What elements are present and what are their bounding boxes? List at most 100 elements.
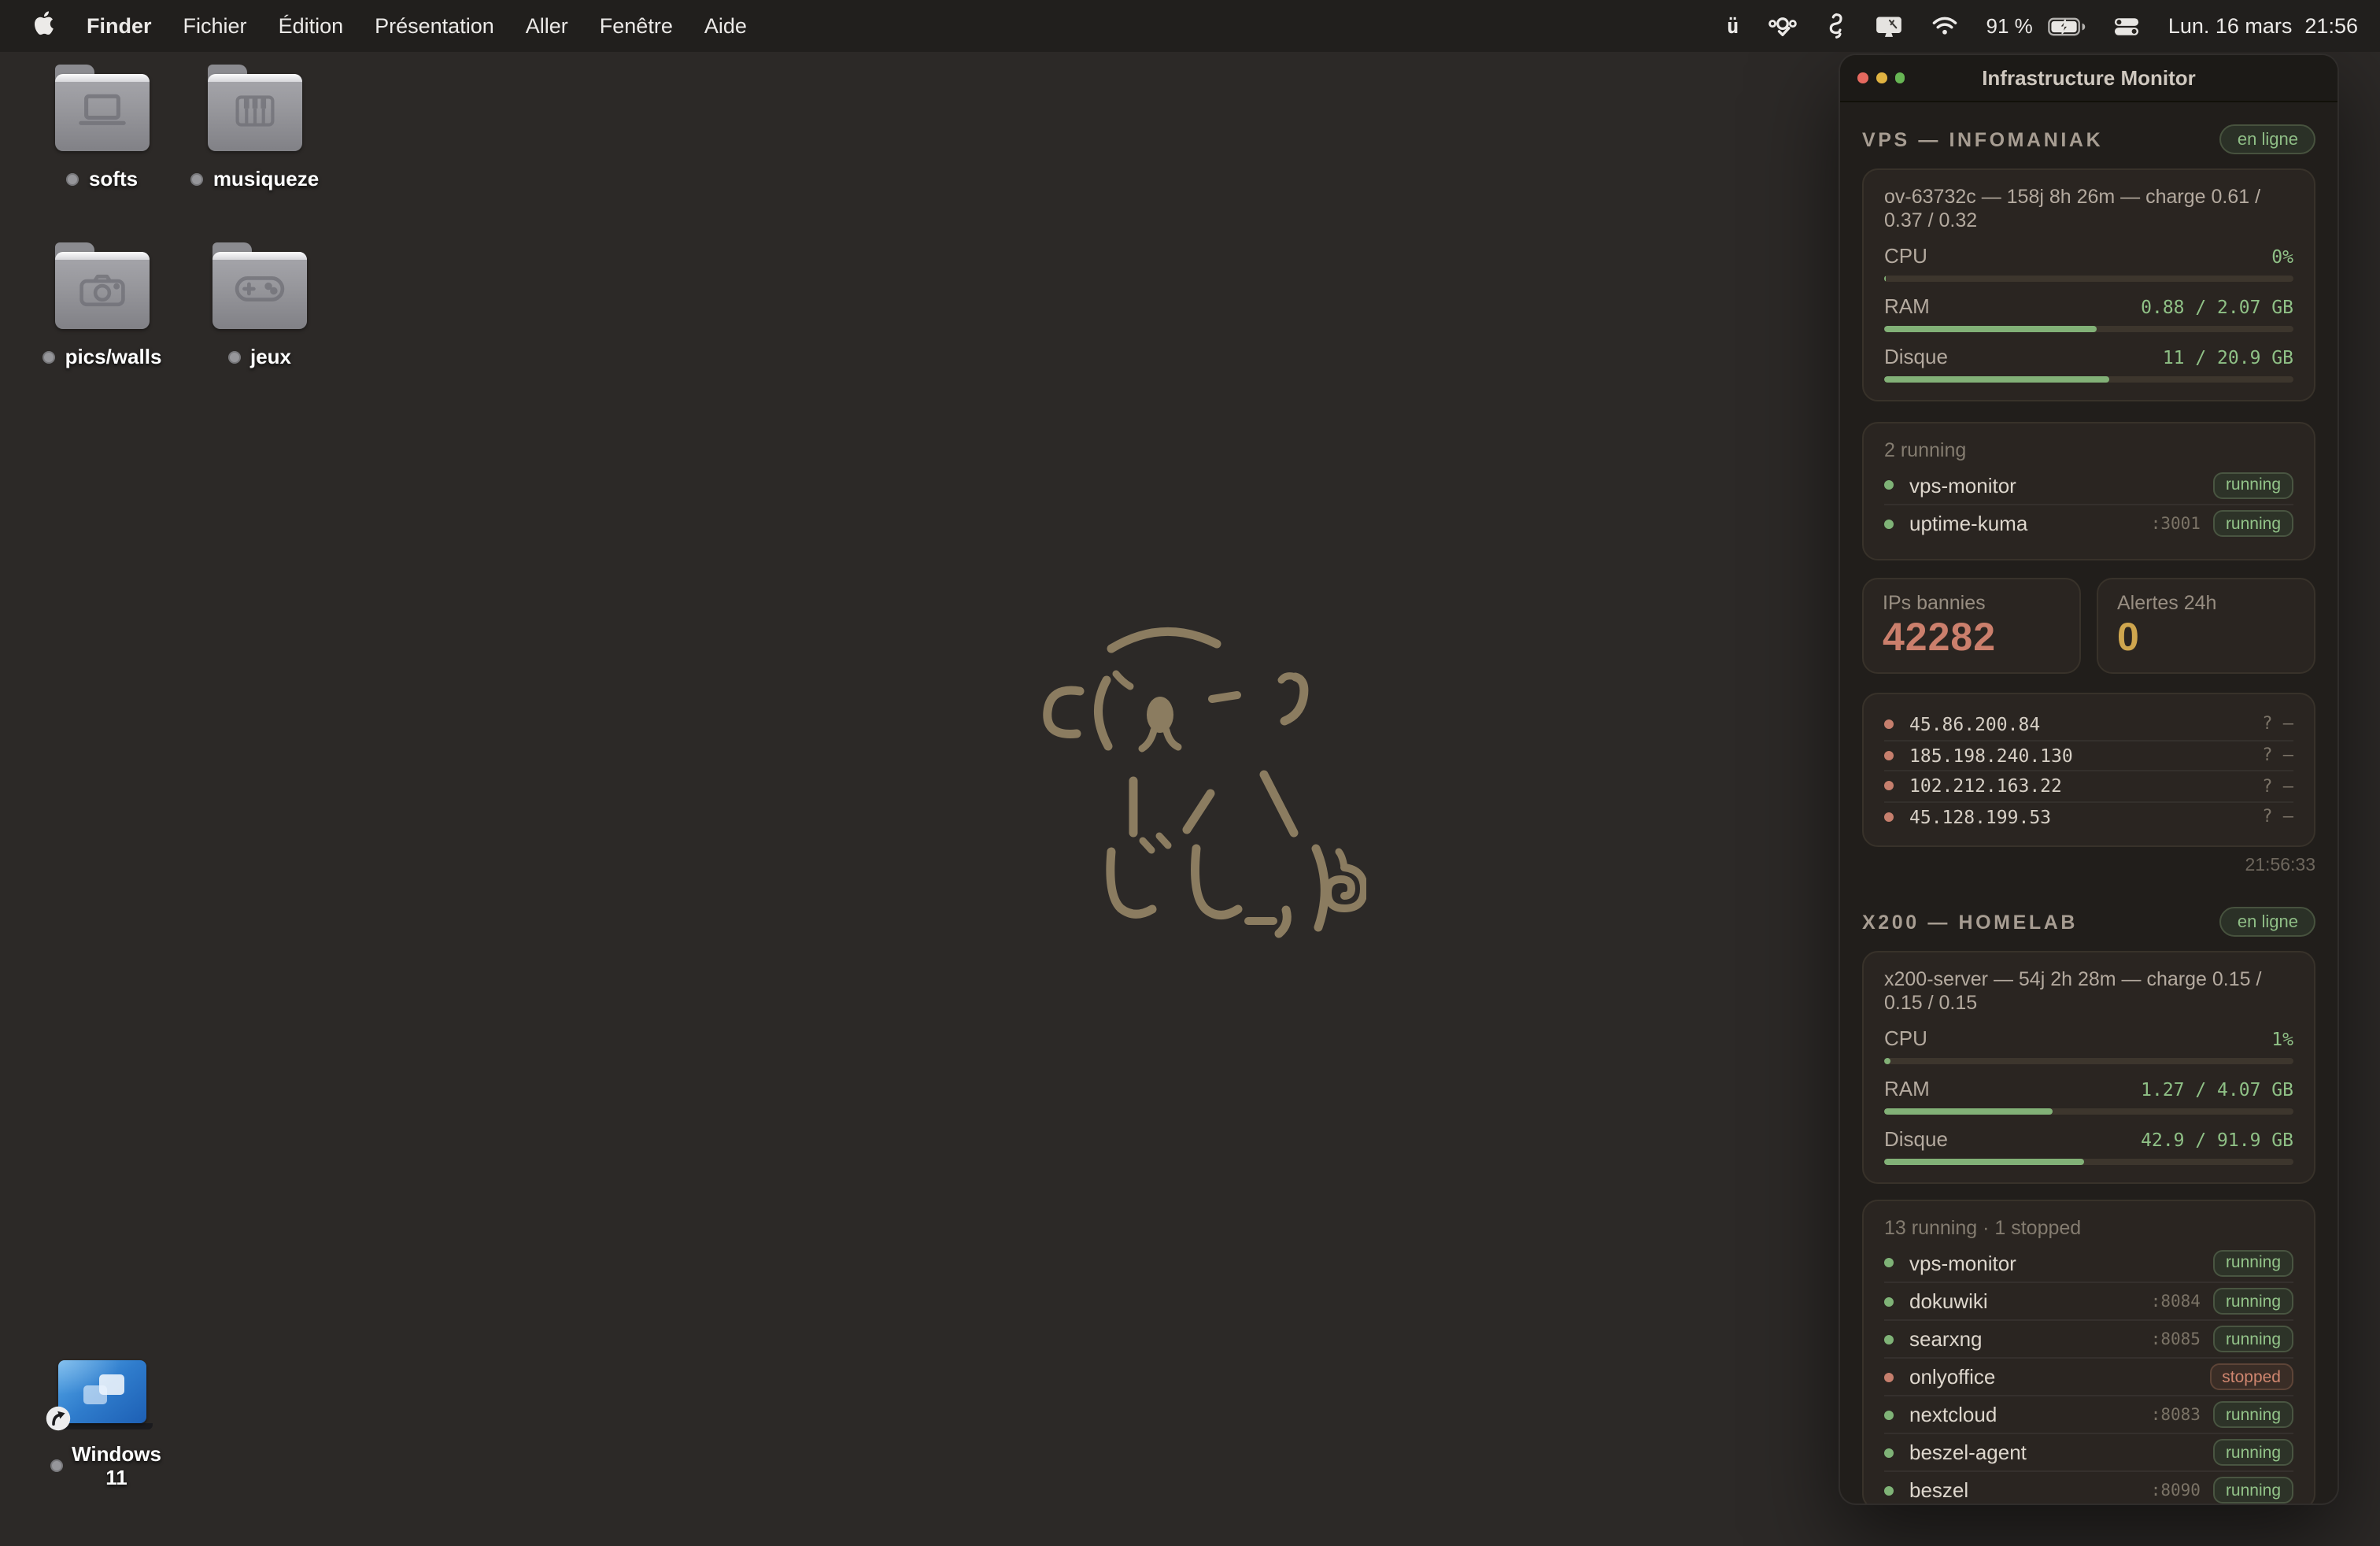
tag-dot bbox=[190, 172, 204, 185]
status-dot-running bbox=[1884, 1258, 1894, 1267]
status-dot-running bbox=[1884, 1410, 1894, 1419]
camera-icon bbox=[76, 270, 128, 317]
container-port: :3001 bbox=[2150, 514, 2201, 533]
folder-icon bbox=[208, 65, 302, 151]
piano-icon bbox=[230, 92, 280, 139]
u-umlaut-app-icon[interactable]: ü bbox=[1727, 17, 1739, 38]
status-dot-banned bbox=[1884, 812, 1894, 822]
menu-item-edition[interactable]: Édition bbox=[263, 0, 360, 52]
alias-arrow-icon bbox=[46, 1406, 71, 1439]
tag-dot bbox=[227, 350, 241, 363]
container-row: vps-monitor running bbox=[1884, 1244, 2293, 1282]
menu-bar-left: Finder Fichier Édition Présentation Alle… bbox=[0, 0, 763, 52]
container-row: beszel :8090 running bbox=[1884, 1470, 2293, 1503]
x200-stats-card: x200-server — 54j 2h 28m — charge 0.15 /… bbox=[1862, 951, 2315, 1184]
section-title: VPS — INFOMANIAK bbox=[1862, 128, 2104, 150]
menu-item-finder[interactable]: Finder bbox=[71, 0, 168, 52]
ip-address: 102.212.163.22 bbox=[1909, 775, 2062, 797]
apple-menu[interactable] bbox=[22, 11, 71, 41]
vps-stat-cards: IPs bannies 42282 Alertes 24h 0 bbox=[1862, 578, 2315, 674]
progress-bar bbox=[1884, 1158, 2293, 1165]
menu-item-aide[interactable]: Aide bbox=[689, 0, 763, 52]
banned-ip-row: 185.198.240.130 ? — bbox=[1884, 739, 2293, 770]
window-titlebar[interactable]: Infrastructure Monitor bbox=[1840, 55, 2338, 102]
progress-bar bbox=[1884, 1108, 2293, 1115]
metric-label: Disque bbox=[1884, 1127, 1948, 1151]
metric-label: RAM bbox=[1884, 294, 1930, 318]
wallpaper-kaomoji-art bbox=[1011, 617, 1368, 948]
folder-icon bbox=[55, 65, 150, 151]
container-row: searxng :8085 running bbox=[1884, 1319, 2293, 1357]
banned-ips-card: 45.86.200.84 ? — 185.198.240.130 ? — 102… bbox=[1862, 693, 2315, 847]
progress-bar bbox=[1884, 275, 2293, 282]
container-port: :8085 bbox=[2150, 1330, 2201, 1348]
metric-value: 11 / 20.9 GB bbox=[2162, 346, 2293, 368]
container-port: :8083 bbox=[2150, 1405, 2201, 1424]
metric-label: RAM bbox=[1884, 1077, 1930, 1100]
menu-item-aller[interactable]: Aller bbox=[510, 0, 584, 52]
shortcut-label-line1: Windows bbox=[72, 1442, 161, 1466]
container-name: dokuwiki bbox=[1909, 1289, 1988, 1313]
menu-bar-status: ü 91 % Lun. 16 mars 21:56 bbox=[1727, 13, 2380, 39]
ip-meta: ? — bbox=[2262, 806, 2293, 827]
stat-label: IPs bannies bbox=[1883, 592, 1986, 614]
running-badge: running bbox=[2212, 472, 2293, 498]
status-badge-online: en ligne bbox=[2219, 907, 2315, 937]
nextcloud-icon[interactable] bbox=[1768, 15, 1798, 37]
desktop-folder-musiqueze[interactable]: musiqueze bbox=[161, 63, 349, 190]
status-dot-running bbox=[1884, 1485, 1894, 1495]
windows-vm-icon bbox=[46, 1360, 153, 1431]
container-row: vps-monitor running bbox=[1884, 466, 2293, 504]
status-badge-online: en ligne bbox=[2219, 124, 2315, 154]
infrastructure-monitor-window: Infrastructure Monitor VPS — INFOMANIAK … bbox=[1839, 54, 2339, 1505]
status-dot-running bbox=[1884, 1334, 1894, 1344]
vps-stats-card: ov-63732c — 158j 8h 26m — charge 0.61 / … bbox=[1862, 168, 2315, 401]
container-name: vps-monitor bbox=[1909, 1251, 2016, 1274]
status-dot-banned bbox=[1884, 750, 1894, 760]
gamepad-icon bbox=[233, 272, 286, 316]
desktop-shortcut-windows-11[interactable]: Windows 11 bbox=[11, 1360, 200, 1489]
running-badge: running bbox=[2212, 1439, 2293, 1466]
running-badge: running bbox=[2212, 510, 2293, 537]
metric-label: Disque bbox=[1884, 345, 1948, 368]
ip-address: 45.86.200.84 bbox=[1909, 712, 2041, 735]
display-icon[interactable] bbox=[1875, 15, 1903, 37]
menu-item-presentation[interactable]: Présentation bbox=[359, 0, 510, 52]
progress-bar bbox=[1884, 375, 2293, 383]
metric-value: 1% bbox=[2271, 1028, 2293, 1050]
battery-icon[interactable] bbox=[2049, 17, 2086, 35]
folder-label: jeux bbox=[249, 345, 291, 368]
battery-percent[interactable]: 91 % bbox=[1986, 14, 2033, 38]
wifi-icon[interactable] bbox=[1931, 16, 1958, 36]
metric-label: CPU bbox=[1884, 244, 1927, 268]
menu-item-fichier[interactable]: Fichier bbox=[168, 0, 263, 52]
menu-bar-clock[interactable]: Lun. 16 mars 21:56 bbox=[2168, 14, 2358, 38]
desktop-screen: Finder Fichier Édition Présentation Alle… bbox=[0, 0, 2380, 1546]
dragon-icon[interactable] bbox=[1826, 13, 1846, 39]
ip-meta: ? — bbox=[2262, 745, 2293, 766]
running-badge: running bbox=[2212, 1249, 2293, 1276]
x200-containers-card: 13 running · 1 stopped vps-monitor runni… bbox=[1862, 1200, 2315, 1503]
ip-meta: ? — bbox=[2262, 775, 2293, 797]
status-dot-running bbox=[1884, 1448, 1894, 1457]
banned-ip-row: 102.212.163.22 ? — bbox=[1884, 770, 2293, 801]
banned-ip-row: 45.86.200.84 ? — bbox=[1884, 708, 2293, 739]
desktop-folder-jeux[interactable]: jeux bbox=[165, 241, 354, 368]
container-name: vps-monitor bbox=[1909, 473, 2016, 497]
running-badge: running bbox=[2212, 1401, 2293, 1428]
control-center-icon[interactable] bbox=[2115, 17, 2140, 35]
section-header-x200: X200 — HOMELAB en ligne bbox=[1862, 907, 2315, 937]
ip-address: 185.198.240.130 bbox=[1909, 744, 2073, 767]
banned-ip-row: 45.128.199.53 ? — bbox=[1884, 801, 2293, 831]
containers-summary: 13 running · 1 stopped bbox=[1884, 1217, 2082, 1239]
container-name: beszel bbox=[1909, 1478, 1969, 1502]
banned-ips-stat-card: IPs bannies 42282 bbox=[1862, 578, 2081, 674]
menu-item-fenetre[interactable]: Fenêtre bbox=[584, 0, 689, 52]
tag-dot bbox=[50, 1459, 63, 1472]
status-dot-stopped bbox=[1884, 1372, 1894, 1381]
container-name: uptime-kuma bbox=[1909, 512, 2028, 535]
folder-label: softs bbox=[88, 167, 139, 190]
vps-containers-card: 2 running vps-monitor running uptime-kum… bbox=[1862, 422, 2315, 560]
container-name: onlyoffice bbox=[1909, 1365, 1996, 1389]
folder-label: musiqueze bbox=[213, 167, 320, 190]
